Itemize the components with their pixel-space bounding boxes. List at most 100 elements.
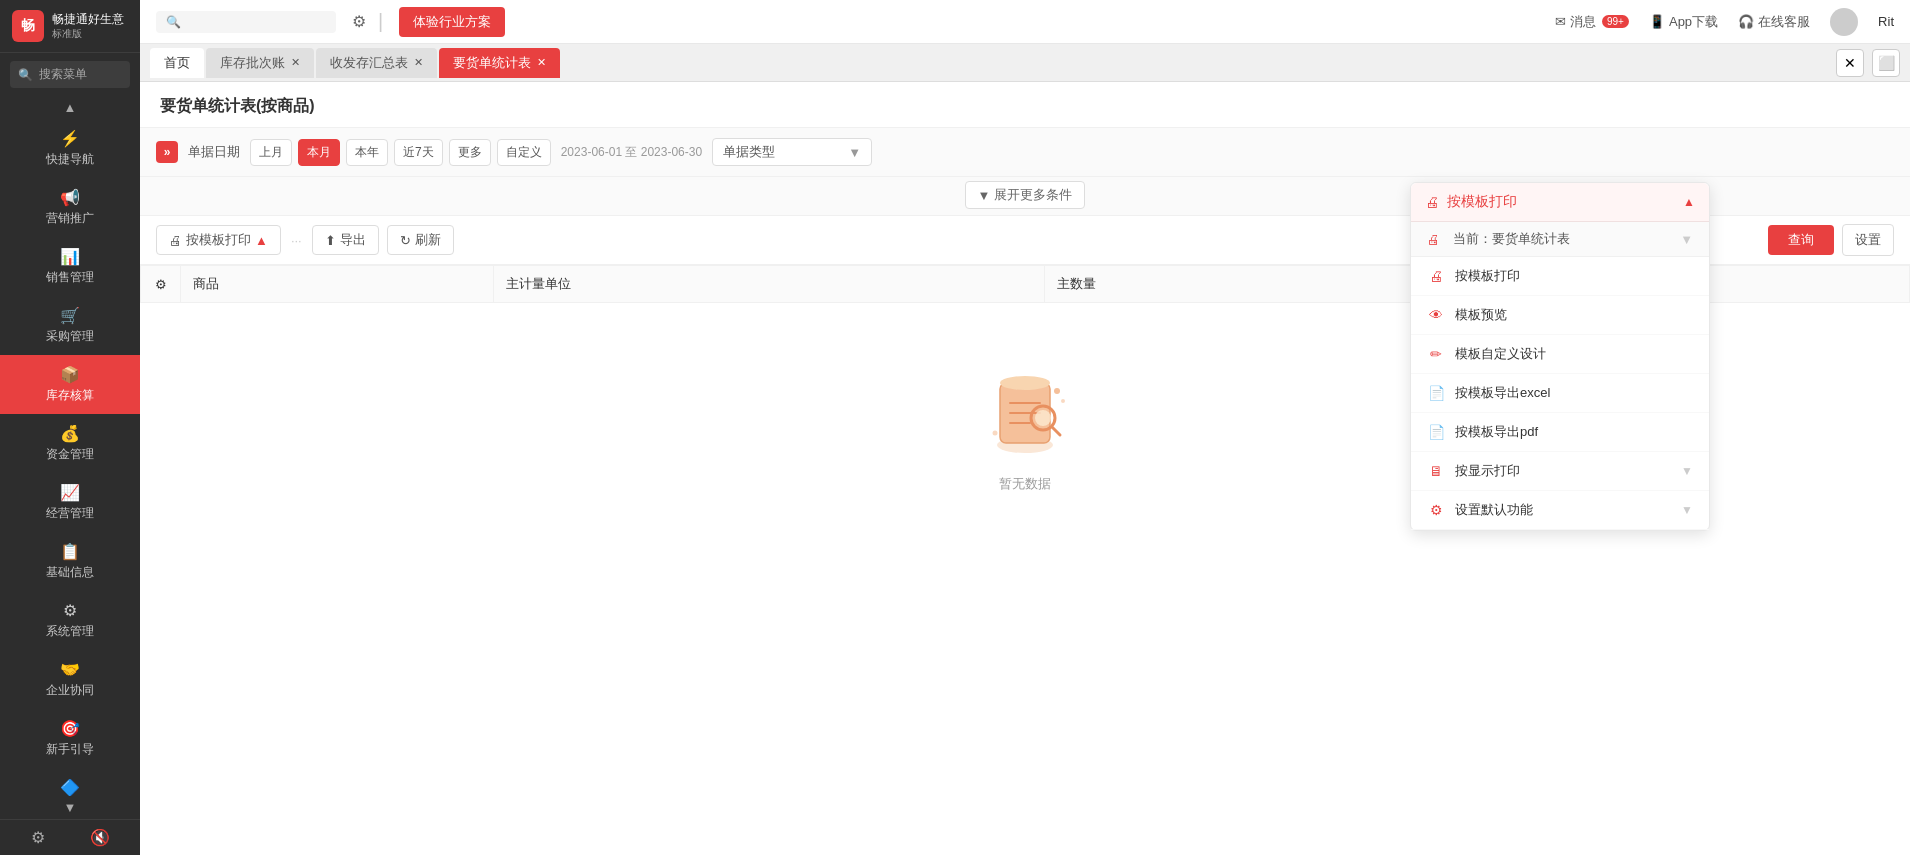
user-avatar[interactable] [1830,8,1858,36]
type-filter-select[interactable]: 单据类型 ▼ [712,138,872,166]
sidebar-item-quick-nav[interactable]: ⚡ 快捷导航 [0,119,140,178]
industry-solution-button[interactable]: 体验行业方案 [399,7,505,37]
print-template-button[interactable]: 🖨 按模板打印 ▲ [156,225,281,255]
logo-icon: 畅 [12,10,44,42]
tab-batch-account[interactable]: 库存批次账 ✕ [206,48,314,78]
svg-point-10 [1054,388,1060,394]
marketing-icon: 📢 [60,188,80,207]
date-range-display: 2023-06-01 至 2023-06-30 [561,144,702,161]
date-btn-last-month[interactable]: 上月 [250,139,292,166]
topbar-search-icon: 🔍 [166,15,181,29]
sidebar-item-purchase[interactable]: 🛒 采购管理 [0,296,140,355]
col-quantity: 主数量 [1045,266,1437,303]
tab-close-all-button[interactable]: ✕ [1836,49,1864,77]
page-title: 要货单统计表(按商品) [160,96,1890,117]
sidebar-search[interactable]: 🔍 搜索菜单 [10,61,130,88]
date-btn-custom[interactable]: 自定义 [497,139,551,166]
settings-button[interactable]: 设置 [1842,224,1894,256]
type-filter-arrow-icon: ▼ [848,145,861,160]
default-func-arrow-icon: ▼ [1681,503,1693,517]
svg-point-3 [1000,376,1050,390]
messages-button[interactable]: ✉ 消息 99+ [1555,13,1629,31]
print-dropdown-icon: 🖨 [1425,194,1439,210]
date-btn-this-month[interactable]: 本月 [298,139,340,166]
mute-icon[interactable]: 🔇 [90,828,110,847]
service-icon: 🎧 [1738,14,1754,29]
sidebar-item-apps[interactable]: 🔷 应用中心 [0,768,140,796]
template-export-pdf-icon: 📄 [1427,424,1445,440]
tabs-end: ✕ ⬜ [1836,49,1900,77]
tab-order-stats[interactable]: 要货单统计表 ✕ [439,48,560,78]
svg-point-8 [1035,410,1051,426]
sidebar-item-marketing[interactable]: 📢 营销推广 [0,178,140,237]
online-service-button[interactable]: 🎧 在线客服 [1738,13,1810,31]
corp-icon: 🤝 [60,660,80,679]
col-settings[interactable]: ⚙ [141,266,181,303]
template-preview-item[interactable]: 👁 模板预览 [1411,296,1709,335]
template-design-icon: ✏ [1427,346,1445,362]
tab-close-order-stats[interactable]: ✕ [537,56,546,69]
print-dropdown-header: 🖨 按模板打印 ▲ [1411,183,1709,222]
export-icon: ⬆ [325,233,336,248]
empty-icon [975,363,1075,463]
date-filter-label: 单据日期 [188,143,240,161]
tab-receipt-summary[interactable]: 收发存汇总表 ✕ [316,48,437,78]
default-func-item[interactable]: ⚙ 设置默认功能 ▼ [1411,491,1709,530]
template-print-icon: 🖨 [1427,268,1445,284]
user-name: Rit [1878,14,1894,29]
refresh-button[interactable]: ↻ 刷新 [387,225,454,255]
query-button[interactable]: 查询 [1768,225,1834,255]
date-btn-more[interactable]: 更多 [449,139,491,166]
scroll-up-btn[interactable]: ▲ [0,96,140,119]
svg-point-12 [993,431,998,436]
date-btn-this-year[interactable]: 本年 [346,139,388,166]
toolbar-divider1: ··· [291,233,302,248]
print-dropdown-close-button[interactable]: ▲ [1683,195,1695,209]
svg-point-11 [1061,399,1065,403]
basic-icon: 📋 [60,542,80,561]
current-arrow-icon: ▼ [1680,232,1693,247]
sidebar-item-corp[interactable]: 🤝 企业协同 [0,650,140,709]
message-icon: ✉ [1555,14,1566,29]
tab-maximize-button[interactable]: ⬜ [1872,49,1900,77]
tab-home[interactable]: 首页 [150,48,204,78]
template-preview-icon: 👁 [1427,307,1445,323]
tab-close-receipt-summary[interactable]: ✕ [414,56,423,69]
export-button[interactable]: ⬆ 导出 [312,225,379,255]
refresh-icon: ↻ [400,233,411,248]
tab-close-batch-account[interactable]: ✕ [291,56,300,69]
sidebar-item-system[interactable]: ⚙ 系统管理 [0,591,140,650]
download-icon: 📱 [1649,14,1665,29]
filter-expand-button[interactable]: » [156,141,178,163]
print-icon: 🖨 [169,233,182,248]
display-print-item[interactable]: 🖥 按显示打印 ▼ [1411,452,1709,491]
topbar: 🔍 ⚙ | 体验行业方案 ✉ 消息 99+ 📱 App下载 🎧 在线客服 Rit [140,0,1910,44]
date-btn-7days[interactable]: 近7天 [394,139,443,166]
purchase-icon: 🛒 [60,306,80,325]
template-design-item[interactable]: ✏ 模板自定义设计 [1411,335,1709,374]
topbar-search[interactable]: 🔍 [156,11,336,33]
scroll-down-btn[interactable]: ▼ [0,796,140,819]
sidebar: 畅 畅捷通好生意 标准版 🔍 搜索菜单 ▲ ⚡ 快捷导航 📢 营销推广 📊 销售… [0,0,140,855]
sidebar-item-finance[interactable]: 💰 资金管理 [0,414,140,473]
topbar-gear-icon[interactable]: ⚙ [352,12,366,31]
sidebar-nav: ⚡ 快捷导航 📢 营销推广 📊 销售管理 🛒 采购管理 📦 库存核算 💰 资金管… [0,119,140,796]
template-export-pdf-item[interactable]: 📄 按模板导出pdf [1411,413,1709,452]
template-print-item[interactable]: 🖨 按模板打印 [1411,257,1709,296]
print-dropdown-title: 🖨 按模板打印 [1425,193,1517,211]
settings-bottom-icon[interactable]: ⚙ [31,828,45,847]
app-download-button[interactable]: 📱 App下载 [1649,13,1718,31]
inventory-icon: 📦 [60,365,80,384]
sidebar-item-operations[interactable]: 📈 经营管理 [0,473,140,532]
col-product: 商品 [181,266,494,303]
topbar-divider: | [378,10,383,33]
print-dropdown-current: 🖨 当前：要货单统计表 ▼ [1411,222,1709,257]
sidebar-item-guide[interactable]: 🎯 新手引导 [0,709,140,768]
apps-icon: 🔷 [60,778,80,796]
finance-icon: 💰 [60,424,80,443]
template-export-excel-item[interactable]: 📄 按模板导出excel [1411,374,1709,413]
sidebar-item-basic[interactable]: 📋 基础信息 [0,532,140,591]
expand-more-button[interactable]: ▼ 展开更多条件 [965,181,1086,209]
sidebar-item-sales[interactable]: 📊 销售管理 [0,237,140,296]
sidebar-item-inventory[interactable]: 📦 库存核算 [0,355,140,414]
